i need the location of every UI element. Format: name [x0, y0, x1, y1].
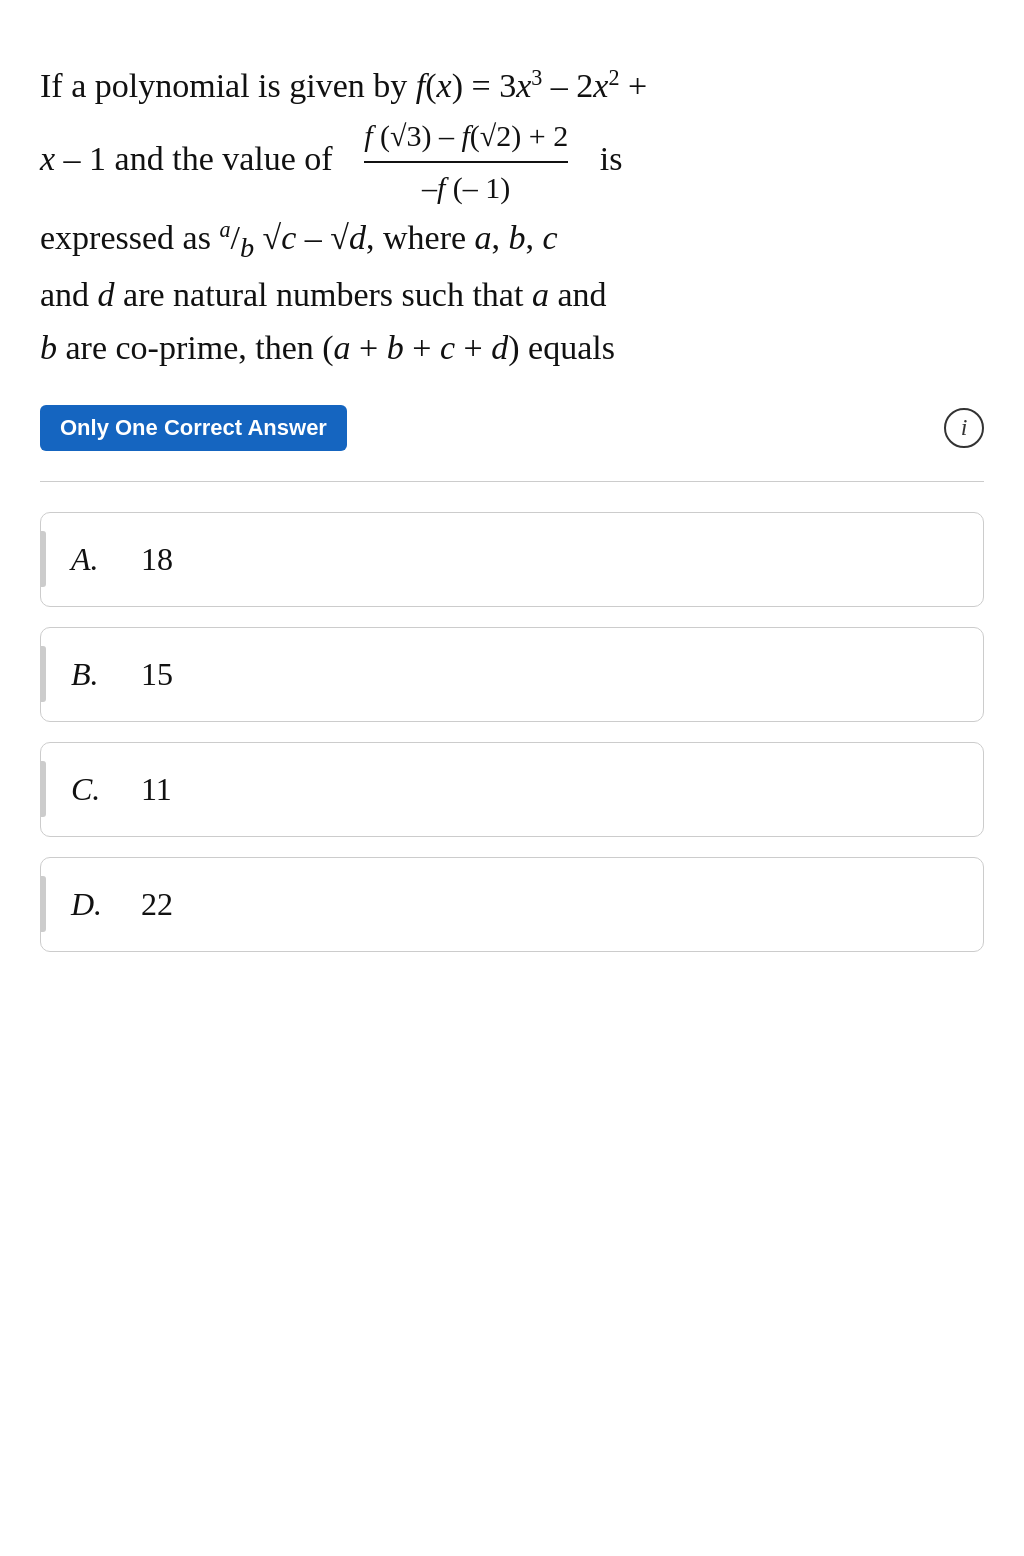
option-d[interactable]: D. 22 [40, 857, 984, 952]
question-text: If a polynomial is given by f(x) = 3x3 –… [40, 60, 984, 375]
option-a-label: A. [71, 541, 111, 578]
question-container: If a polynomial is given by f(x) = 3x3 –… [30, 40, 994, 992]
only-one-correct-badge: Only One Correct Answer [40, 405, 347, 451]
fraction: f (√3) – f(√2) + 2 –f (– 1) [364, 113, 568, 212]
question-line5: b are co-prime, then (a + b + c + d) equ… [40, 329, 615, 366]
option-a-value: 18 [141, 541, 173, 578]
option-c-label: C. [71, 771, 111, 808]
question-line3: expressed as a/b √c – √d, where a, b, c [40, 219, 558, 256]
question-line4: and d are natural numbers such that a an… [40, 276, 606, 313]
option-d-label: D. [71, 886, 111, 923]
options-list: A. 18 B. 15 C. 11 D. 22 [40, 512, 984, 972]
fraction-denominator: –f (– 1) [364, 163, 568, 212]
option-a[interactable]: A. 18 [40, 512, 984, 607]
info-icon[interactable]: i [944, 408, 984, 448]
badge-row: Only One Correct Answer i [40, 405, 984, 451]
option-d-value: 22 [141, 886, 173, 923]
question-line2: x – 1 and the value of f (√3) – f(√2) + … [40, 140, 622, 177]
option-c-value: 11 [141, 771, 172, 808]
question-line1: If a polynomial is given by f(x) = 3x3 –… [40, 67, 647, 104]
option-b[interactable]: B. 15 [40, 627, 984, 722]
option-b-value: 15 [141, 656, 173, 693]
fraction-numerator: f (√3) – f(√2) + 2 [364, 113, 568, 164]
section-divider [40, 481, 984, 482]
option-c[interactable]: C. 11 [40, 742, 984, 837]
option-b-label: B. [71, 656, 111, 693]
